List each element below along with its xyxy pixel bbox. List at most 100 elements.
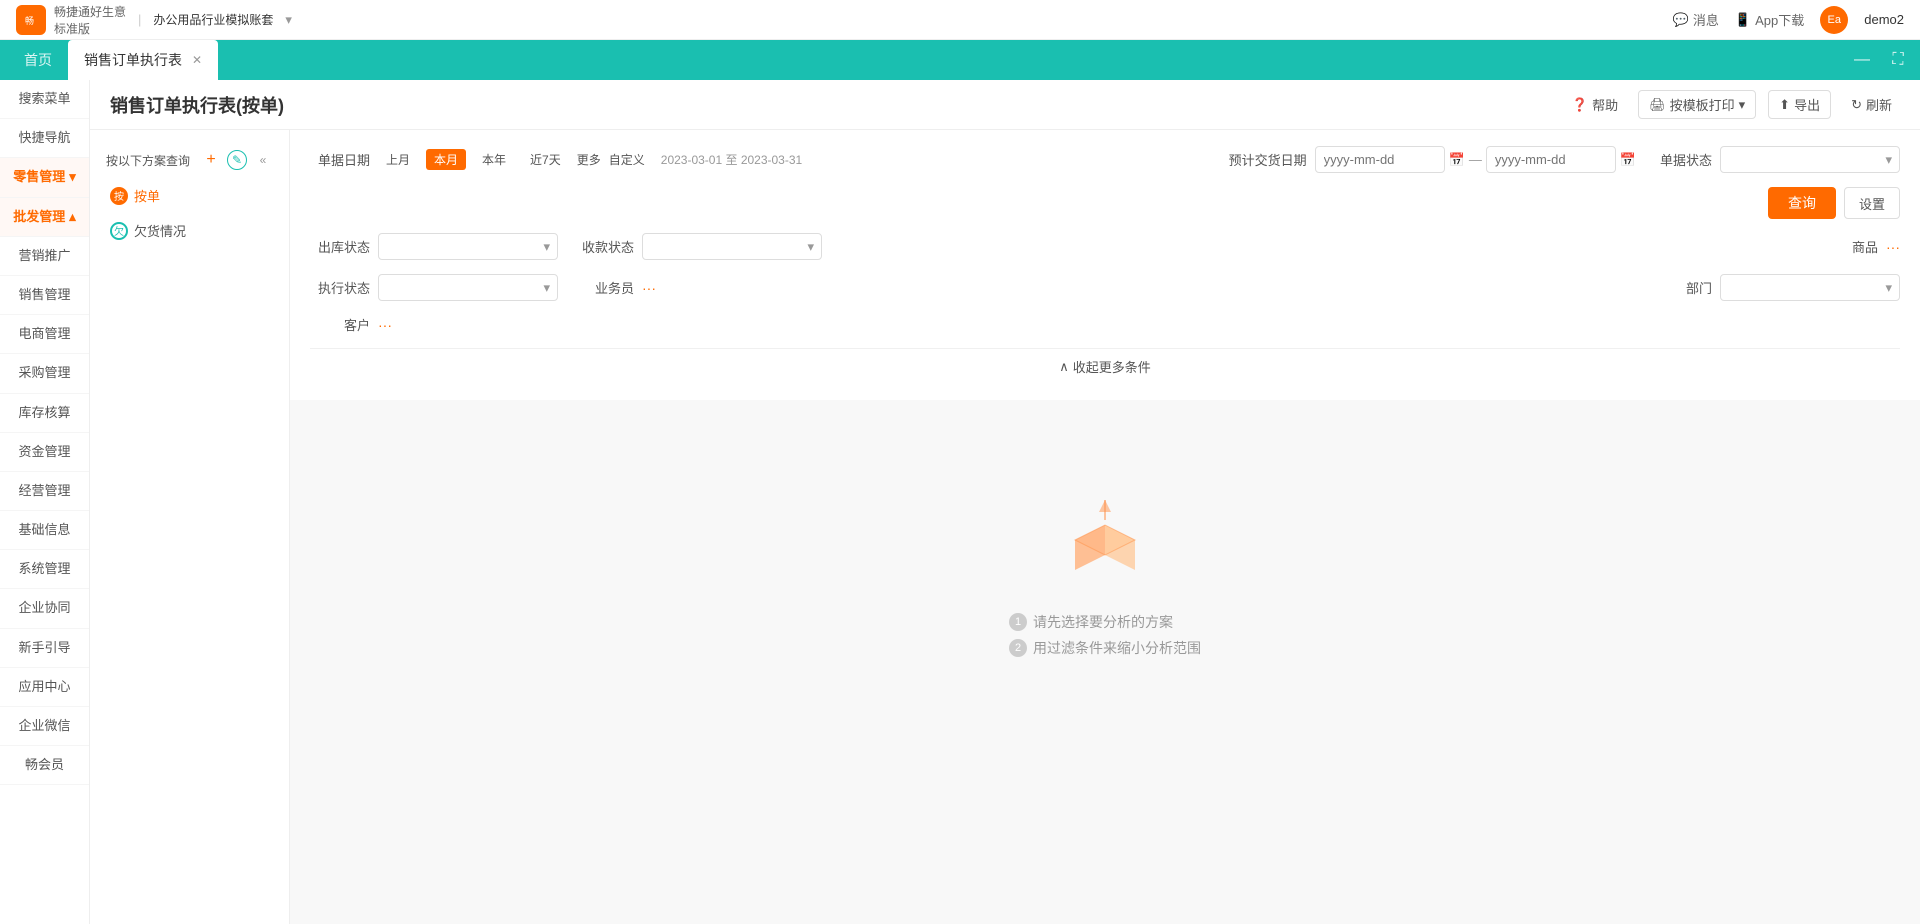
tab-close-icon[interactable]: ✕ [192, 53, 202, 67]
avatar: Ea [1820, 6, 1848, 34]
filter-row-4: 客户 ··· [310, 315, 1900, 334]
sidebar: 搜索菜单 快捷导航 零售管理 ▾ 批发管理 ▴ 营销推广 销售管理 电商管理 采… [0, 80, 90, 924]
add-scheme-button[interactable]: + [201, 150, 221, 170]
wholesale-arrow-icon: ▴ [69, 208, 76, 226]
product-picker-button[interactable]: ··· [1886, 239, 1900, 255]
empty-text: 1 请先选择要分析的方案 2 用过滤条件来缩小分析范围 [1009, 612, 1201, 658]
page-actions: ❓ 帮助 🖨 按模板打印 ▾ ⬆ 导出 ↻ 刷新 [1564, 90, 1900, 119]
date-last-month[interactable]: 上月 [378, 149, 418, 170]
filter-container: 单据日期 上月 本月 本年 近7天 更多 自定义 2023-03-01 至 20… [290, 130, 1920, 400]
sidebar-item-retail[interactable]: 零售管理 ▾ [0, 158, 89, 197]
customer-label: 客户 [310, 315, 370, 334]
app-subtitle: 标准版 [54, 20, 126, 37]
filter-salesperson: 业务员 ··· [574, 278, 656, 297]
dept-select[interactable] [1720, 274, 1900, 301]
empty-box-svg [1045, 480, 1165, 600]
filter-date: 单据日期 上月 本月 本年 近7天 更多 自定义 [310, 149, 645, 170]
app-titles: 畅捷通好生意 标准版 [54, 3, 126, 37]
expected-delivery-label: 预计交货日期 [1229, 150, 1307, 169]
refresh-button[interactable]: ↻ 刷新 [1843, 91, 1900, 118]
receipt-status-label: 收款状态 [574, 237, 634, 256]
message-button[interactable]: 💬 消息 [1673, 10, 1719, 29]
breadcrumb: 办公用品行业模拟账套 [153, 11, 273, 28]
app-title: 畅捷通好生意 [54, 3, 126, 20]
tab-home[interactable]: 首页 [8, 40, 68, 80]
export-button[interactable]: ⬆ 导出 [1768, 90, 1831, 119]
collapse-panel-button[interactable]: « [253, 150, 273, 170]
tab-sales-order[interactable]: 销售订单执行表 ✕ [68, 40, 218, 80]
status-select[interactable] [1720, 146, 1900, 173]
sidebar-item-ecommerce[interactable]: 电商管理 [0, 315, 89, 354]
print-button[interactable]: 🖨 按模板打印 ▾ [1638, 90, 1756, 119]
top-bar-right: 💬 消息 📱 App下载 Ea demo2 [1673, 6, 1904, 34]
action-buttons: 查询 设置 [310, 187, 1900, 219]
message-icon: 💬 [1673, 12, 1689, 28]
filter-status: 单据状态 [1652, 146, 1900, 173]
date-end-input[interactable] [1486, 146, 1616, 173]
salesperson-label: 业务员 [574, 278, 634, 297]
sidebar-item-sales[interactable]: 销售管理 [0, 276, 89, 315]
date-this-year[interactable]: 本年 [474, 149, 514, 170]
sidebar-item-newbie[interactable]: 新手引导 [0, 629, 89, 668]
breadcrumb-arrow-icon[interactable]: ▾ [285, 12, 292, 28]
dept-select-wrapper [1720, 274, 1900, 301]
sidebar-item-wholesale[interactable]: 批发管理 ▴ [0, 198, 89, 237]
filter-product: 商品 ··· [1818, 237, 1900, 256]
scheme-by-order[interactable]: 按 按单 [90, 178, 289, 213]
filter-row-2: 出库状态 收款状态 [310, 233, 1900, 260]
customer-picker-button[interactable]: ··· [378, 317, 392, 333]
sidebar-quick-nav[interactable]: 快捷导航 [0, 119, 89, 158]
help-button[interactable]: ❓ 帮助 [1564, 91, 1626, 118]
exec-status-label: 执行状态 [310, 278, 370, 297]
sidebar-item-operations[interactable]: 经营管理 [0, 472, 89, 511]
sidebar-item-enterprise[interactable]: 企业协同 [0, 589, 89, 628]
empty-step-2: 2 用过滤条件来缩小分析范围 [1009, 638, 1201, 658]
left-panel-header: 按以下方案查询 + ✎ « [90, 142, 289, 178]
page-title: 销售订单执行表(按单) [110, 92, 284, 118]
sidebar-item-app-center[interactable]: 应用中心 [0, 668, 89, 707]
date-start-input[interactable] [1315, 146, 1445, 173]
app-download-button[interactable]: 📱 App下载 [1735, 10, 1804, 29]
tab-minimize-button[interactable]: — [1848, 46, 1876, 74]
by-order-icon: 按 [110, 187, 128, 205]
edit-scheme-button[interactable]: ✎ [227, 150, 247, 170]
receipt-status-select-wrapper [642, 233, 822, 260]
dept-label: 部门 [1652, 278, 1712, 297]
date-last7[interactable]: 近7天 [522, 149, 569, 170]
collapse-filter-button[interactable]: ∧ 收起更多条件 [310, 349, 1900, 384]
date-separator: — [1469, 152, 1482, 167]
settings-button[interactable]: 设置 [1844, 187, 1900, 219]
date-custom-link[interactable]: 自定义 [609, 151, 645, 168]
salesperson-picker-button[interactable]: ··· [642, 280, 656, 296]
sidebar-item-finance[interactable]: 资金管理 [0, 433, 89, 472]
empty-illustration [1045, 480, 1165, 600]
scheme-debt[interactable]: 欠 欠货情况 [90, 213, 289, 248]
print-arrow-icon: ▾ [1739, 97, 1746, 113]
tab-maximize-button[interactable]: ⛶ [1884, 46, 1912, 74]
user-name[interactable]: demo2 [1864, 12, 1904, 27]
empty-state: 1 请先选择要分析的方案 2 用过滤条件来缩小分析范围 [290, 400, 1920, 738]
sidebar-item-basic[interactable]: 基础信息 [0, 511, 89, 550]
left-panel: 按以下方案查询 + ✎ « 按 按单 欠 欠货情况 [90, 130, 290, 924]
filter-row-3: 执行状态 业务员 ··· 部门 [310, 274, 1900, 301]
exec-status-select[interactable] [378, 274, 558, 301]
filter-exec-status: 执行状态 [310, 274, 558, 301]
date-this-month[interactable]: 本月 [426, 149, 466, 170]
sidebar-item-purchase[interactable]: 采购管理 [0, 354, 89, 393]
sidebar-item-wechat[interactable]: 企业微信 [0, 707, 89, 746]
sidebar-item-inventory[interactable]: 库存核算 [0, 394, 89, 433]
content-area: 按以下方案查询 + ✎ « 按 按单 欠 欠货情况 [90, 130, 1920, 924]
sidebar-item-member[interactable]: 畅会员 [0, 746, 89, 785]
sidebar-item-system[interactable]: 系统管理 [0, 550, 89, 589]
tab-bar: 首页 销售订单执行表 ✕ — ⛶ [0, 40, 1920, 80]
delivery-status-select[interactable] [378, 233, 558, 260]
calendar-end-icon[interactable]: 📅 [1620, 152, 1636, 168]
sidebar-item-marketing[interactable]: 营销推广 [0, 237, 89, 276]
retail-arrow-icon: ▾ [69, 168, 76, 186]
calendar-start-icon[interactable]: 📅 [1449, 152, 1465, 168]
sidebar-search[interactable]: 搜索菜单 [0, 80, 89, 119]
delivery-status-label: 出库状态 [310, 237, 370, 256]
query-button[interactable]: 查询 [1768, 187, 1836, 219]
date-more-link[interactable]: 更多 [577, 151, 601, 168]
receipt-status-select[interactable] [642, 233, 822, 260]
